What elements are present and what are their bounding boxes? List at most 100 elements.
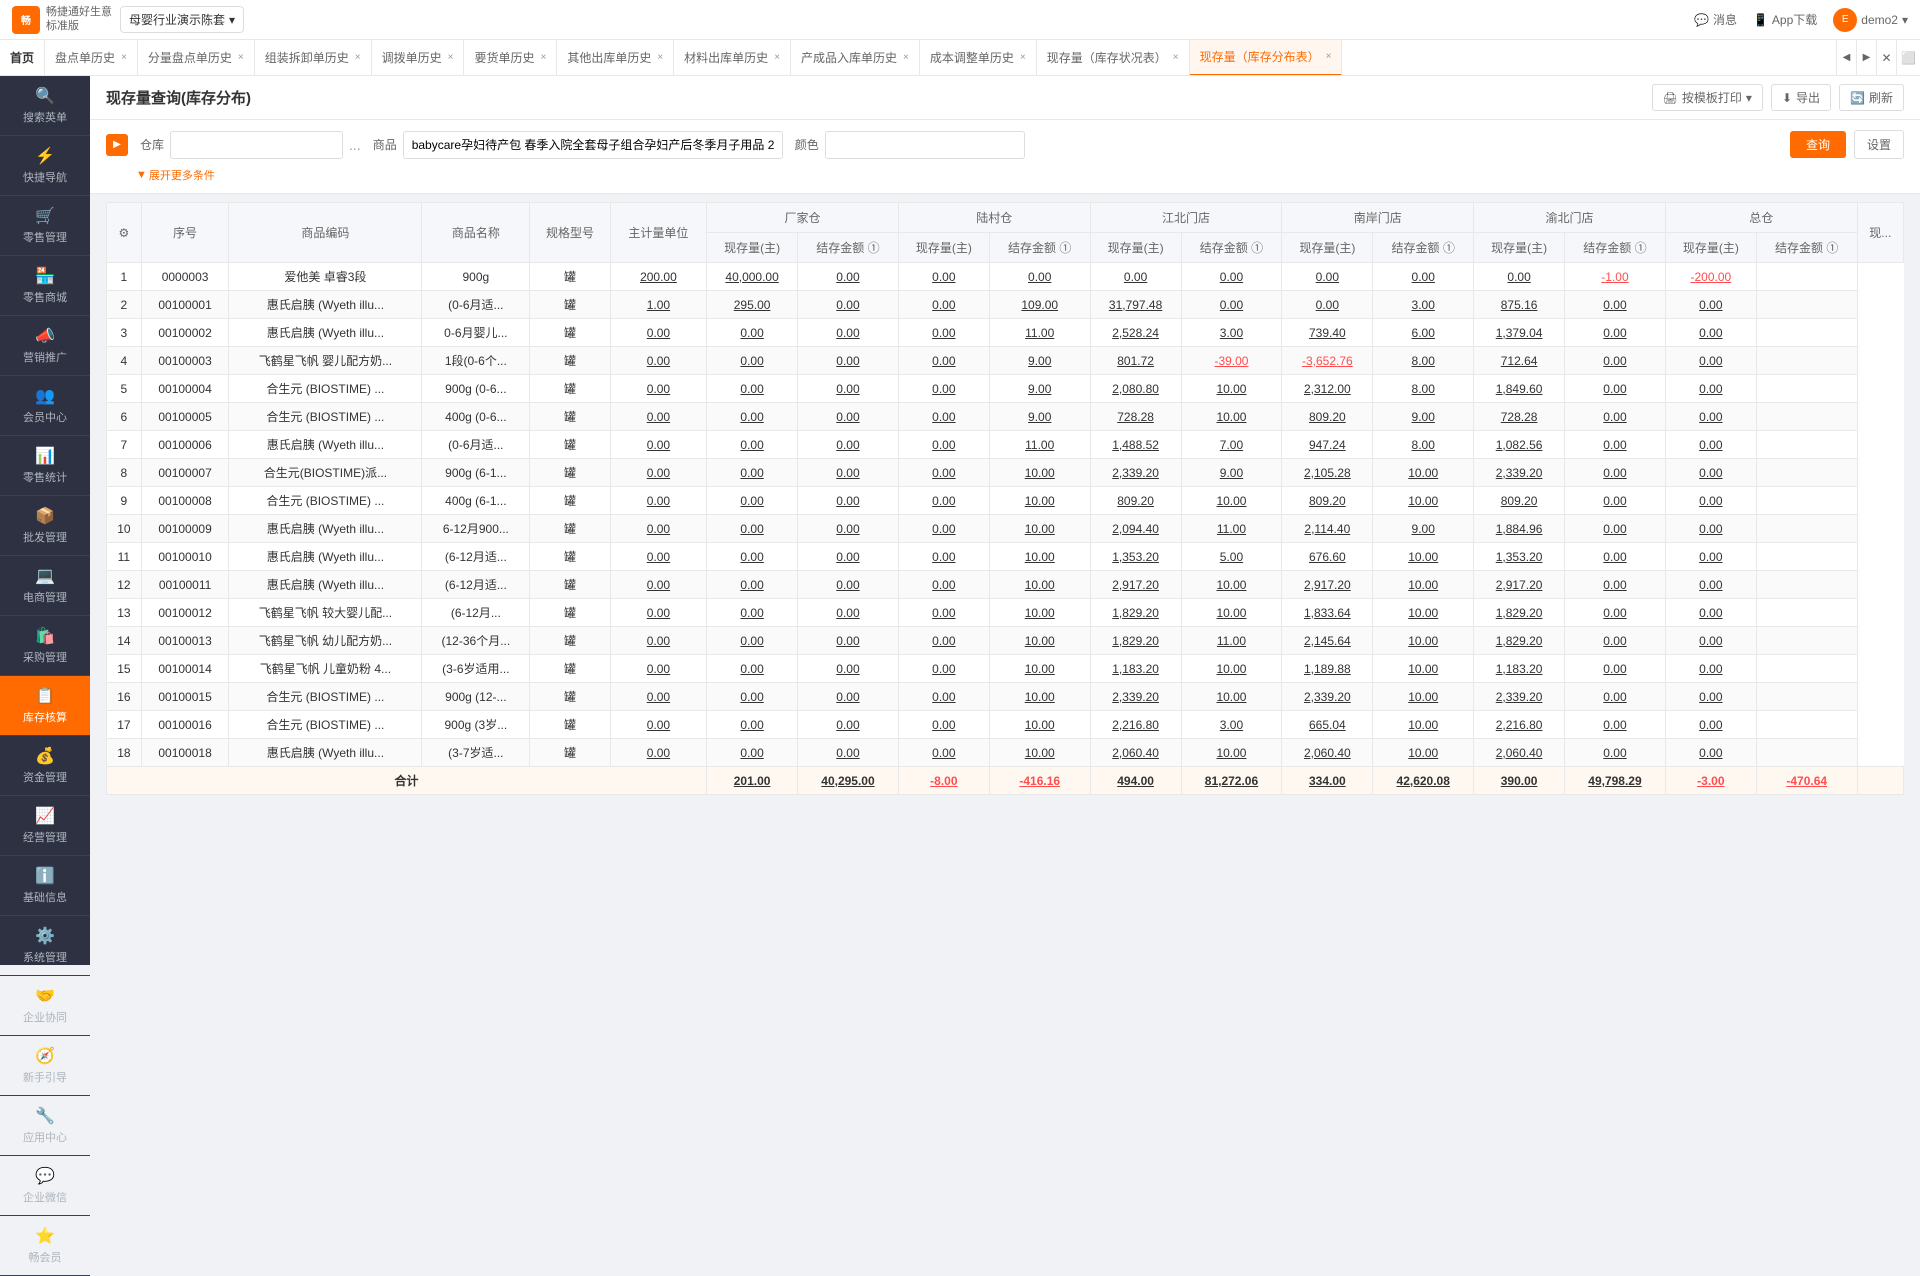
- sidebar-item-零售管理[interactable]: 🛒零售管理: [0, 196, 90, 256]
- cell-qty[interactable]: 10.00: [1373, 599, 1474, 627]
- cell-qty[interactable]: 0.00: [1565, 459, 1666, 487]
- nav-tab[interactable]: 首页: [0, 40, 45, 76]
- sidebar-item-基础信息[interactable]: ℹ️基础信息: [0, 856, 90, 916]
- cell-code[interactable]: 00100003: [141, 347, 229, 375]
- cell-amt[interactable]: 31,797.48: [1090, 291, 1181, 319]
- cell-amt[interactable]: 0.00: [707, 431, 798, 459]
- cell-amt[interactable]: 0.00: [898, 655, 989, 683]
- cell-qty[interactable]: 10.00: [1181, 571, 1282, 599]
- tab-close-icon[interactable]: ×: [540, 52, 546, 63]
- cell-amt[interactable]: 2,917.20: [1474, 571, 1565, 599]
- cell-qty[interactable]: 10.00: [1181, 683, 1282, 711]
- cell-qty[interactable]: 9.00: [1373, 515, 1474, 543]
- cell-qty[interactable]: 0.00: [798, 431, 899, 459]
- cell-value[interactable]: 9: [107, 487, 142, 515]
- cell-code[interactable]: 00100008: [141, 487, 229, 515]
- cell-qty[interactable]: 0.00: [1565, 375, 1666, 403]
- message-btn[interactable]: 💬 消息: [1694, 11, 1737, 28]
- cell-amt[interactable]: 0.00: [1665, 739, 1756, 767]
- cell-amt[interactable]: 1,829.20: [1474, 627, 1565, 655]
- cell-amt[interactable]: 2,094.40: [1090, 515, 1181, 543]
- sum-cell[interactable]: 81,272.06: [1181, 767, 1282, 795]
- cell-qty[interactable]: 0.00: [798, 627, 899, 655]
- cell-qty[interactable]: 0.00: [798, 263, 899, 291]
- cell-code[interactable]: 00100010: [141, 543, 229, 571]
- cell-amt[interactable]: 0.00: [898, 627, 989, 655]
- cell-amt[interactable]: 1,488.52: [1090, 431, 1181, 459]
- cell-value[interactable]: 5: [107, 375, 142, 403]
- sidebar-item-企业协同[interactable]: 🤝企业协同: [0, 976, 90, 1036]
- cell-qty[interactable]: 10.00: [989, 599, 1090, 627]
- cell-amt[interactable]: 875.16: [1474, 291, 1565, 319]
- cell-amt[interactable]: 0.00: [898, 739, 989, 767]
- cell-amt[interactable]: 2,114.40: [1282, 515, 1373, 543]
- sidebar-item-营销推广[interactable]: 📣营销推广: [0, 316, 90, 376]
- cell-qty[interactable]: 0.00: [610, 627, 706, 655]
- sum-cell[interactable]: -3.00: [1665, 767, 1756, 795]
- cell-amt[interactable]: 1,829.20: [1090, 599, 1181, 627]
- cell-amt[interactable]: 0.00: [707, 683, 798, 711]
- cell-qty[interactable]: 10.00: [1181, 375, 1282, 403]
- sum-cell[interactable]: -8.00: [898, 767, 989, 795]
- cell-code[interactable]: 00100015: [141, 683, 229, 711]
- cell-amt[interactable]: 809.20: [1474, 487, 1565, 515]
- cell-qty[interactable]: 0.00: [798, 487, 899, 515]
- cell-amt[interactable]: 0.00: [1665, 627, 1756, 655]
- cell-qty[interactable]: 0.00: [1181, 263, 1282, 291]
- cell-amt[interactable]: 1,884.96: [1474, 515, 1565, 543]
- cell-amt[interactable]: 0.00: [1665, 655, 1756, 683]
- cell-qty[interactable]: 0.00: [1181, 291, 1282, 319]
- cell-qty[interactable]: 3.00: [1181, 319, 1282, 347]
- cell-value[interactable]: 1: [107, 263, 142, 291]
- cell-amt[interactable]: 728.28: [1474, 403, 1565, 431]
- cell-code[interactable]: 00100016: [141, 711, 229, 739]
- user-menu[interactable]: E demo2 ▾: [1833, 8, 1908, 32]
- cell-qty[interactable]: 0.00: [610, 543, 706, 571]
- tab-close-icon[interactable]: ×: [657, 52, 663, 63]
- cell-amt[interactable]: 2,105.28: [1282, 459, 1373, 487]
- cell-qty[interactable]: 10.00: [989, 543, 1090, 571]
- cell-amt[interactable]: 0.00: [898, 711, 989, 739]
- cell-amt[interactable]: 2,216.80: [1090, 711, 1181, 739]
- cell-code[interactable]: 00100014: [141, 655, 229, 683]
- cell-amt[interactable]: 0.00: [1090, 263, 1181, 291]
- cell-qty[interactable]: 0.00: [1565, 515, 1666, 543]
- cell-amt[interactable]: 2,060.40: [1090, 739, 1181, 767]
- cell-qty[interactable]: 10.00: [1373, 739, 1474, 767]
- sidebar-item-系统管理[interactable]: ⚙️系统管理: [0, 916, 90, 976]
- cell-qty[interactable]: 10.00: [1181, 655, 1282, 683]
- cell-value[interactable]: 8: [107, 459, 142, 487]
- cell-amt[interactable]: 2,060.40: [1282, 739, 1373, 767]
- cell-amt[interactable]: 0.00: [898, 515, 989, 543]
- cell-amt[interactable]: 2,080.80: [1090, 375, 1181, 403]
- cell-qty[interactable]: 10.00: [989, 683, 1090, 711]
- cell-amt[interactable]: 2,339.20: [1090, 459, 1181, 487]
- cell-qty[interactable]: 10.00: [1373, 711, 1474, 739]
- cell-qty[interactable]: 0.00: [1565, 599, 1666, 627]
- cell-qty[interactable]: 9.00: [989, 347, 1090, 375]
- cell-qty[interactable]: 0.00: [798, 347, 899, 375]
- cell-amt[interactable]: 0.00: [707, 543, 798, 571]
- cell-qty[interactable]: 0.00: [1565, 431, 1666, 459]
- cell-amt[interactable]: 0.00: [707, 375, 798, 403]
- cell-amt[interactable]: 1,829.20: [1474, 599, 1565, 627]
- cell-amt[interactable]: 809.20: [1090, 487, 1181, 515]
- cell-amt[interactable]: 2,917.20: [1090, 571, 1181, 599]
- cell-amt[interactable]: 0.00: [1665, 487, 1756, 515]
- cell-code[interactable]: 0000003: [141, 263, 229, 291]
- cell-qty[interactable]: 0.00: [610, 403, 706, 431]
- cell-qty[interactable]: 0.00: [1565, 543, 1666, 571]
- cell-qty[interactable]: 11.00: [1181, 515, 1282, 543]
- nav-tab[interactable]: 组装拆卸单历史×: [255, 40, 372, 76]
- nav-tab[interactable]: 要货单历史×: [464, 40, 557, 76]
- tab-close-icon[interactable]: ×: [355, 52, 361, 63]
- cell-qty[interactable]: 0.00: [1565, 487, 1666, 515]
- cell-amt[interactable]: 295.00: [707, 291, 798, 319]
- cell-qty[interactable]: 10.00: [989, 459, 1090, 487]
- cell-qty[interactable]: 0.00: [1565, 627, 1666, 655]
- cell-qty[interactable]: 0.00: [1565, 347, 1666, 375]
- cell-amt[interactable]: 0.00: [898, 347, 989, 375]
- cell-qty[interactable]: 10.00: [989, 739, 1090, 767]
- cell-amt[interactable]: 0.00: [1665, 431, 1756, 459]
- nav-tab[interactable]: 分量盘点单历史×: [138, 40, 255, 76]
